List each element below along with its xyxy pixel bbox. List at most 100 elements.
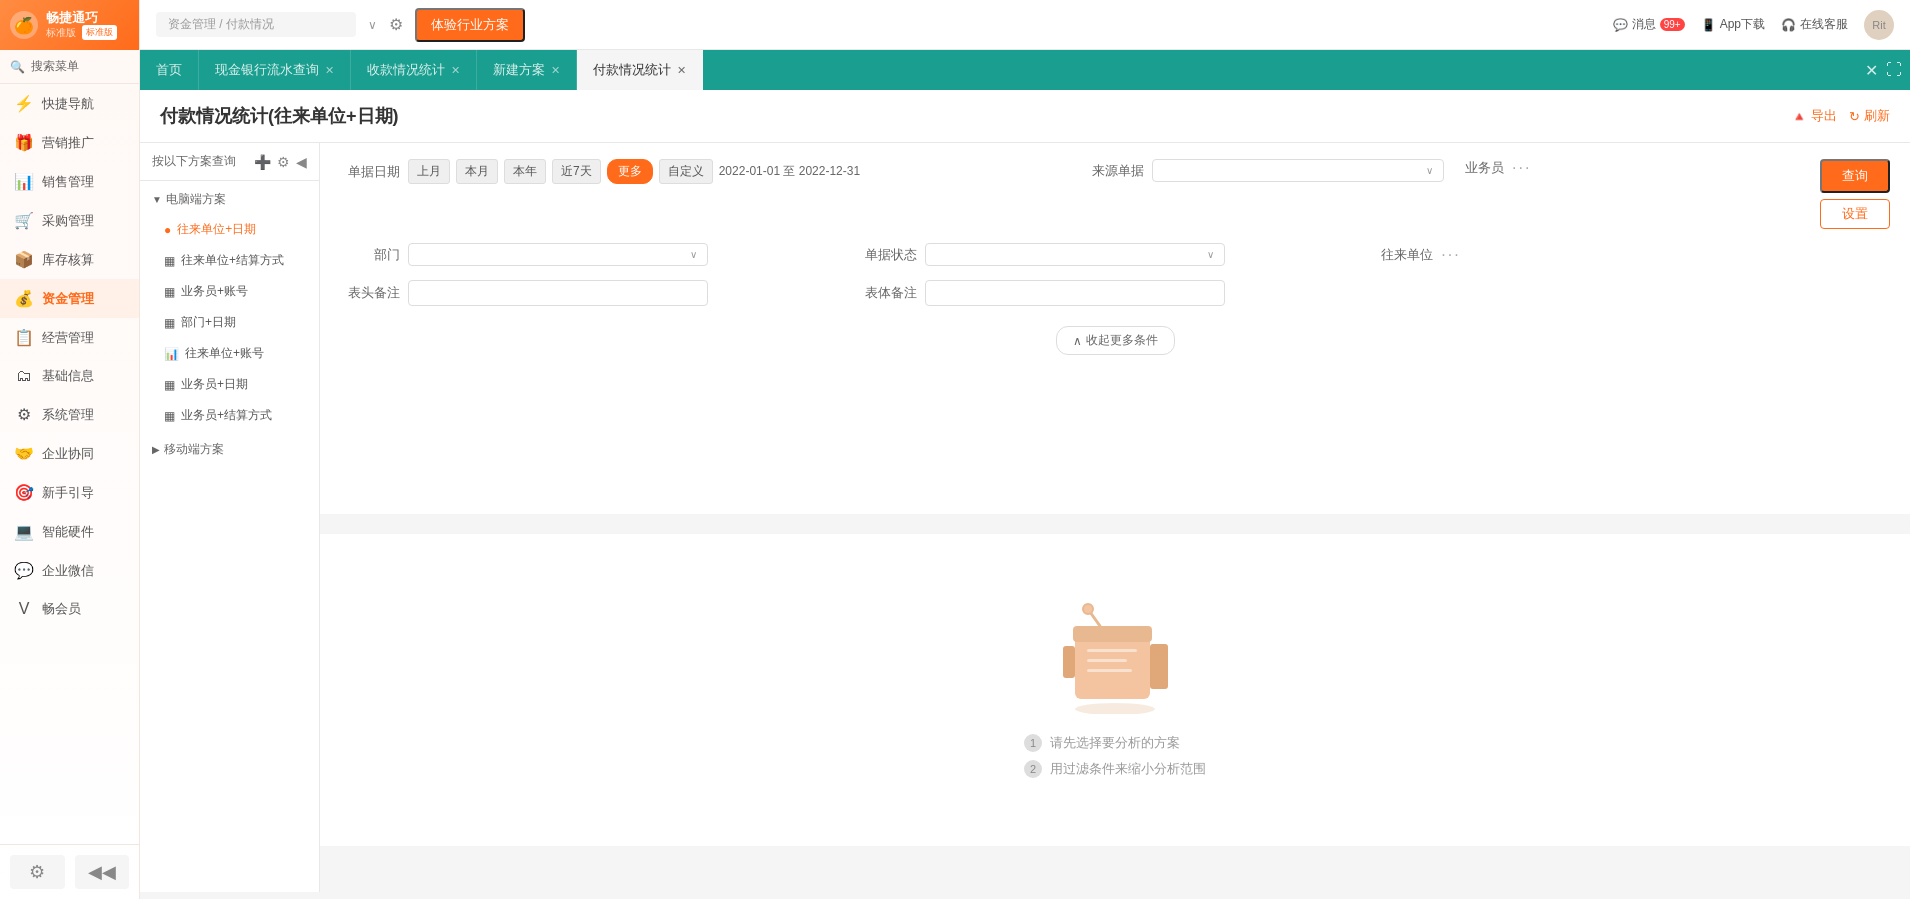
close-tab-payment-stats[interactable]: ✕ xyxy=(677,64,686,77)
add-scheme-btn[interactable]: ➕ xyxy=(254,154,271,170)
settings-bottom-btn[interactable]: ⚙ xyxy=(10,855,65,889)
svg-rect-1 xyxy=(1075,634,1150,699)
tab-cash-flow[interactable]: 现金银行流水查询 ✕ xyxy=(199,50,351,90)
refresh-icon: ↻ xyxy=(1849,109,1860,124)
sidebar-item-guide[interactable]: 🎯 新手引导 xyxy=(0,473,139,512)
user-avatar[interactable]: Rit xyxy=(1864,10,1894,40)
scheme-icon-5: 📊 xyxy=(164,347,179,361)
operations-icon: 📋 xyxy=(14,328,34,347)
customer-service-btn[interactable]: 🎧 在线客服 xyxy=(1781,16,1848,33)
dept-select-arrow: ∨ xyxy=(690,249,697,260)
collapse-scheme-btn[interactable]: ◀ xyxy=(296,154,307,170)
results-area: 1 请先选择要分析的方案 2 用过滤条件来缩小分析范围 xyxy=(320,514,1910,893)
related-unit-btn[interactable]: ··· xyxy=(1441,246,1460,264)
scheme-item-unit-date[interactable]: ● 往来单位+日期 xyxy=(140,214,319,245)
refresh-btn[interactable]: ↻ 刷新 xyxy=(1849,107,1890,125)
scheme-item-dept-date[interactable]: ▦ 部门+日期 xyxy=(140,307,319,338)
svg-rect-4 xyxy=(1087,659,1127,662)
tab-new-scheme[interactable]: 新建方案 ✕ xyxy=(477,50,577,90)
scheme-item-unit-account[interactable]: 📊 往来单位+账号 xyxy=(140,338,319,369)
close-tab-cash-flow[interactable]: ✕ xyxy=(325,64,334,77)
filter-row-3: 表头备注 表体备注 xyxy=(340,280,1890,306)
source-select[interactable]: ∨ xyxy=(1152,159,1444,182)
maximize-btn[interactable]: ⛶ xyxy=(1886,61,1902,79)
sidebar-item-quick-nav[interactable]: ⚡ 快捷导航 xyxy=(0,84,139,123)
sidebar-item-purchase[interactable]: 🛒 采购管理 xyxy=(0,201,139,240)
last-month-btn[interactable]: 上月 xyxy=(408,159,450,184)
search-menu-btn[interactable]: 🔍 搜索菜单 xyxy=(0,50,139,84)
sidebar-bottom: ⚙ ◀◀ xyxy=(0,844,139,899)
source-filter-label: 来源单据 xyxy=(1084,162,1144,180)
table-body-note-col: 表体备注 xyxy=(857,280,1374,306)
trial-btn[interactable]: 体验行业方案 xyxy=(415,8,525,42)
app-logo-icon: 🍊 xyxy=(10,11,38,39)
sidebar-item-system[interactable]: ⚙ 系统管理 xyxy=(0,395,139,434)
last-7days-btn[interactable]: 近7天 xyxy=(552,159,601,184)
scheme-item-staff-payment[interactable]: ▦ 业务员+结算方式 xyxy=(140,400,319,431)
collapse-icon: ∧ xyxy=(1073,334,1082,348)
breadcrumb: 资金管理 / 付款情况 xyxy=(156,12,356,37)
staff-filter-col: 业务员 ··· xyxy=(1444,159,1804,177)
sidebar-item-inventory[interactable]: 📦 库存核算 xyxy=(0,240,139,279)
desktop-group-title[interactable]: ▼ 电脑端方案 xyxy=(140,185,319,214)
topbar: 资金管理 / 付款情况 ∨ ⚙ 体验行业方案 💬 消息 99+ 📱 App下载 … xyxy=(140,0,1910,50)
tab-receipt-stats[interactable]: 收款情况统计 ✕ xyxy=(351,50,477,90)
sidebar-item-operations[interactable]: 📋 经营管理 xyxy=(0,318,139,357)
purchase-icon: 🛒 xyxy=(14,211,34,230)
close-tab-receipt-stats[interactable]: ✕ xyxy=(451,64,460,77)
scheme-item-staff-date[interactable]: ▦ 业务员+日期 xyxy=(140,369,319,400)
docstatus-select[interactable]: ∨ xyxy=(925,243,1225,266)
collapse-sidebar-btn[interactable]: ◀◀ xyxy=(75,855,130,889)
tab-home[interactable]: 首页 xyxy=(140,50,199,90)
custom-date-btn[interactable]: 自定义 xyxy=(659,159,713,184)
scheme-icon-2: ▦ xyxy=(164,254,175,268)
staff-select-btn[interactable]: ··· xyxy=(1512,159,1531,177)
system-icon: ⚙ xyxy=(14,405,34,424)
dept-filter-col: 部门 ∨ xyxy=(340,243,857,266)
sidebar-logo: 🍊 畅捷通巧 标准版 标准版 xyxy=(0,0,139,50)
collapse-more-btn[interactable]: ∧ 收起更多条件 xyxy=(1056,326,1175,355)
query-btn[interactable]: 查询 xyxy=(1820,159,1890,193)
export-btn[interactable]: 🔺 导出 xyxy=(1791,107,1837,125)
breadcrumb-arrow[interactable]: ∨ xyxy=(368,18,377,32)
dept-select[interactable]: ∨ xyxy=(408,243,708,266)
svg-rect-6 xyxy=(1150,644,1168,689)
svg-rect-5 xyxy=(1087,669,1132,672)
sidebar-item-wechat[interactable]: 💬 企业微信 xyxy=(0,551,139,590)
scheme-icon-4: ▦ xyxy=(164,316,175,330)
scheme-settings-btn[interactable]: ⚙ xyxy=(277,154,290,170)
messages-btn[interactable]: 💬 消息 99+ xyxy=(1613,16,1685,33)
close-tab-new-scheme[interactable]: ✕ xyxy=(551,64,560,77)
sidebar-item-sales[interactable]: 📊 销售管理 xyxy=(0,162,139,201)
sidebar-item-enterprise[interactable]: 🤝 企业协同 xyxy=(0,434,139,473)
scheme-active-icon: ● xyxy=(164,223,171,237)
sidebar-item-hardware[interactable]: 💻 智能硬件 xyxy=(0,512,139,551)
this-month-btn[interactable]: 本月 xyxy=(456,159,498,184)
this-year-btn[interactable]: 本年 xyxy=(504,159,546,184)
date-range-display: 2022-01-01 至 2022-12-31 xyxy=(719,163,860,180)
mobile-group-title[interactable]: ▶ 移动端方案 xyxy=(140,435,319,464)
hardware-icon: 💻 xyxy=(14,522,34,541)
table-body-note-input[interactable] xyxy=(925,280,1225,306)
main-area: 资金管理 / 付款情况 ∨ ⚙ 体验行业方案 💬 消息 99+ 📱 App下载 … xyxy=(140,0,1910,899)
app-logo-text: 畅捷通巧 标准版 标准版 xyxy=(46,10,117,41)
phone-icon: 📱 xyxy=(1701,18,1716,32)
scheme-icon-3: ▦ xyxy=(164,285,175,299)
app-download-btn[interactable]: 📱 App下载 xyxy=(1701,16,1765,33)
sidebar-item-finance[interactable]: 💰 资金管理 xyxy=(0,279,139,318)
more-date-btn[interactable]: 更多 xyxy=(607,159,653,184)
sidebar-item-marketing[interactable]: 🎁 营销推广 xyxy=(0,123,139,162)
staff-filter-label: 业务员 xyxy=(1444,159,1504,177)
topbar-settings-icon[interactable]: ⚙ xyxy=(389,15,403,34)
filter-settings-btn[interactable]: 设置 xyxy=(1820,199,1890,229)
sidebar-nav: ⚡ 快捷导航 🎁 营销推广 📊 销售管理 🛒 采购管理 📦 库存核算 💰 资金管… xyxy=(0,84,139,844)
scheme-item-staff-account[interactable]: ▦ 业务员+账号 xyxy=(140,276,319,307)
empty-illustration xyxy=(1045,594,1185,714)
scheme-item-unit-payment[interactable]: ▦ 往来单位+结算方式 xyxy=(140,245,319,276)
close-all-tabs-btn[interactable]: ✕ xyxy=(1865,61,1878,80)
sidebar-item-member[interactable]: V 畅会员 xyxy=(0,590,139,628)
table-header-note-input[interactable] xyxy=(408,280,708,306)
sidebar-item-basic-info[interactable]: 🗂 基础信息 xyxy=(0,357,139,395)
guide-icon: 🎯 xyxy=(14,483,34,502)
tab-payment-stats[interactable]: 付款情况统计 ✕ xyxy=(577,50,703,90)
